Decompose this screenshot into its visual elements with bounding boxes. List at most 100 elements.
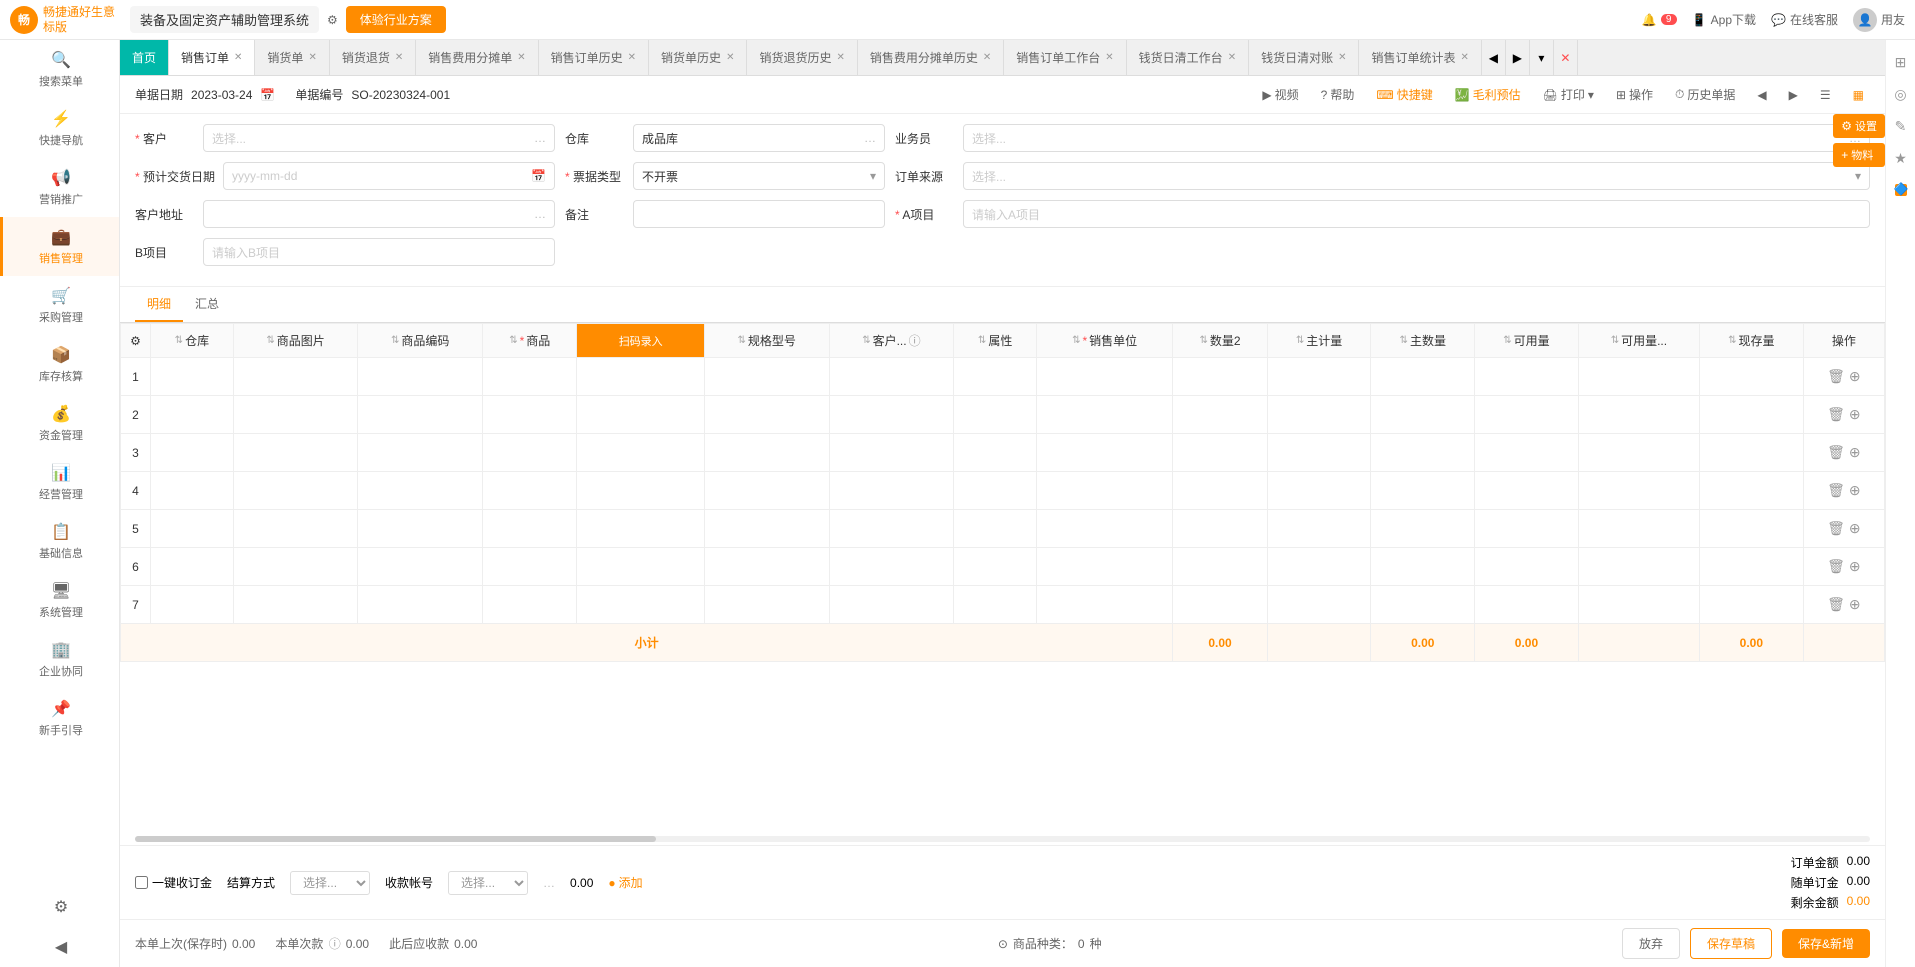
col-stock[interactable]: ⇅ 现存量 xyxy=(1699,324,1803,358)
add-material-btn[interactable]: + 物料 xyxy=(1833,143,1885,167)
row-available-7[interactable] xyxy=(1475,586,1579,624)
row-spec-3[interactable] xyxy=(704,434,829,472)
right-panel-btn-5[interactable]: 🔷 xyxy=(1889,178,1913,202)
tab-close-sales-history[interactable]: ✕ xyxy=(628,52,636,63)
history-btn[interactable]: ⏱ 历史单据 xyxy=(1669,84,1741,105)
customer-dots-btn[interactable]: … xyxy=(534,131,546,145)
row-available2-3[interactable] xyxy=(1578,434,1699,472)
right-panel-btn-2[interactable]: ◎ xyxy=(1889,82,1913,106)
tab-cash-daily[interactable]: 钱货日清工作台 ✕ xyxy=(1127,40,1249,76)
row-delete-1[interactable]: 🗑 xyxy=(1827,368,1845,385)
row-stock-5[interactable] xyxy=(1699,510,1803,548)
tab-cash-reconcile[interactable]: 钱货日清对账 ✕ xyxy=(1249,40,1359,76)
warehouse-input[interactable]: 成品库 … xyxy=(633,124,885,152)
sidebar-item-sales[interactable]: 💼 销售管理 xyxy=(0,217,119,276)
sidebar-item-quicknav[interactable]: ⚡ 快捷导航 xyxy=(0,99,119,158)
right-panel-btn-4[interactable]: ★ xyxy=(1889,146,1913,170)
col-warehouse[interactable]: ⇅ 仓库 xyxy=(151,324,234,358)
row-image-4[interactable] xyxy=(233,472,358,510)
row-warehouse-5[interactable] xyxy=(151,510,234,548)
scroll-track[interactable] xyxy=(135,836,1870,842)
col-product[interactable]: ⇅ *商品 xyxy=(483,324,577,358)
row-delete-5[interactable]: 🗑 xyxy=(1827,520,1845,537)
row-unit-2[interactable] xyxy=(1037,396,1173,434)
row-spec-2[interactable] xyxy=(704,396,829,434)
col-main-qty[interactable]: ⇅ 主数量 xyxy=(1371,324,1475,358)
col-spec[interactable]: ⇅ 规格型号 xyxy=(704,324,829,358)
row-delete-7[interactable]: 🗑 xyxy=(1827,596,1845,613)
row-delete-3[interactable]: 🗑 xyxy=(1827,444,1845,461)
row-main-unit-5[interactable] xyxy=(1267,510,1371,548)
add-payment-btn[interactable]: ● 添加 xyxy=(608,874,642,891)
row-customer-code-6[interactable] xyxy=(829,548,954,586)
row-copy-4[interactable]: ⊕ xyxy=(1849,482,1861,499)
system-title[interactable]: 装备及固定资产辅助管理系统 xyxy=(130,6,319,33)
operations-btn[interactable]: ⊞ 操作 xyxy=(1610,84,1659,105)
settings-btn[interactable]: ⚙ 视频设置 xyxy=(1833,114,1885,138)
row-stock-1[interactable] xyxy=(1699,358,1803,396)
row-main-unit-7[interactable] xyxy=(1267,586,1371,624)
notes-input[interactable] xyxy=(633,200,885,228)
row-image-2[interactable] xyxy=(233,396,358,434)
address-dots-btn[interactable]: … xyxy=(534,207,546,221)
row-qty2-2[interactable] xyxy=(1173,396,1267,434)
row-code-1[interactable] xyxy=(358,358,483,396)
row-product-6[interactable] xyxy=(483,548,577,586)
nav-prev-btn[interactable]: ◀ xyxy=(1751,86,1772,104)
row-code-5[interactable] xyxy=(358,510,483,548)
row-code-6[interactable] xyxy=(358,548,483,586)
right-panel-btn-3[interactable]: ✎ xyxy=(1889,114,1913,138)
tab-prev-btn[interactable]: ◀ xyxy=(1482,40,1506,76)
tab-close-refund-history[interactable]: ✕ xyxy=(836,52,844,63)
row-code-2[interactable] xyxy=(358,396,483,434)
row-product-7[interactable] xyxy=(483,586,577,624)
row-scan-3[interactable] xyxy=(577,434,704,472)
row-attribute-5[interactable] xyxy=(954,510,1037,548)
calendar-icon[interactable]: 📅 xyxy=(260,88,275,102)
tab-next-btn[interactable]: ▶ xyxy=(1506,40,1530,76)
row-qty2-7[interactable] xyxy=(1173,586,1267,624)
sidebar-item-enterprise[interactable]: 🏢 企业协同 xyxy=(0,630,119,689)
tab-close-all-btn[interactable]: ✕ xyxy=(1554,40,1578,76)
tab-close-sales-return[interactable]: ✕ xyxy=(308,52,316,63)
save-draft-btn[interactable]: 保存草稿 xyxy=(1690,928,1772,959)
tab-close-order-workbench[interactable]: ✕ xyxy=(1105,52,1113,63)
row-delete-6[interactable]: 🗑 xyxy=(1827,558,1845,575)
row-image-1[interactable] xyxy=(233,358,358,396)
account-select[interactable]: 选择... xyxy=(448,871,528,895)
row-warehouse-6[interactable] xyxy=(151,548,234,586)
row-main-qty-4[interactable] xyxy=(1371,472,1475,510)
row-attribute-7[interactable] xyxy=(954,586,1037,624)
row-available2-4[interactable] xyxy=(1578,472,1699,510)
col-available[interactable]: ⇅ 可用量 xyxy=(1475,324,1579,358)
warehouse-dots-btn[interactable]: … xyxy=(864,131,876,145)
row-available-4[interactable] xyxy=(1475,472,1579,510)
sidebar-item-purchase[interactable]: 🛒 采购管理 xyxy=(0,276,119,335)
list-view-btn[interactable]: ☰ xyxy=(1814,86,1837,104)
address-input[interactable]: … xyxy=(203,200,555,228)
col-customer-code[interactable]: ⇅ 客户... ⓘ xyxy=(829,324,954,358)
user-menu[interactable]: 👤 用友 xyxy=(1853,8,1905,32)
sidebar-item-guide[interactable]: 📌 新手引导 xyxy=(0,689,119,748)
row-unit-1[interactable] xyxy=(1037,358,1173,396)
scroll-thumb[interactable] xyxy=(135,836,656,842)
tab-close-cash-reconcile[interactable]: ✕ xyxy=(1338,52,1346,63)
col-code[interactable]: ⇅ 商品编码 xyxy=(358,324,483,358)
col-qty2[interactable]: ⇅ 数量2 xyxy=(1173,324,1267,358)
row-customer-code-5[interactable] xyxy=(829,510,954,548)
row-available2-7[interactable] xyxy=(1578,586,1699,624)
row-copy-3[interactable]: ⊕ xyxy=(1849,444,1861,461)
row-qty2-1[interactable] xyxy=(1173,358,1267,396)
customer-input[interactable]: 选择... … xyxy=(203,124,555,152)
row-main-qty-6[interactable] xyxy=(1371,548,1475,586)
invoice-type-select[interactable]: 不开票 ▾ xyxy=(633,162,885,190)
row-stock-4[interactable] xyxy=(1699,472,1803,510)
row-spec-6[interactable] xyxy=(704,548,829,586)
save-new-btn[interactable]: 保存&新增 xyxy=(1782,929,1870,958)
salesperson-input[interactable]: 选择... … xyxy=(963,124,1870,152)
payment-method-select[interactable]: 选择... xyxy=(290,871,370,895)
b-project-input[interactable]: 请输入B项目 xyxy=(203,238,555,266)
row-spec-1[interactable] xyxy=(704,358,829,396)
col-unit[interactable]: ⇅ *销售单位 xyxy=(1037,324,1173,358)
row-attribute-4[interactable] xyxy=(954,472,1037,510)
